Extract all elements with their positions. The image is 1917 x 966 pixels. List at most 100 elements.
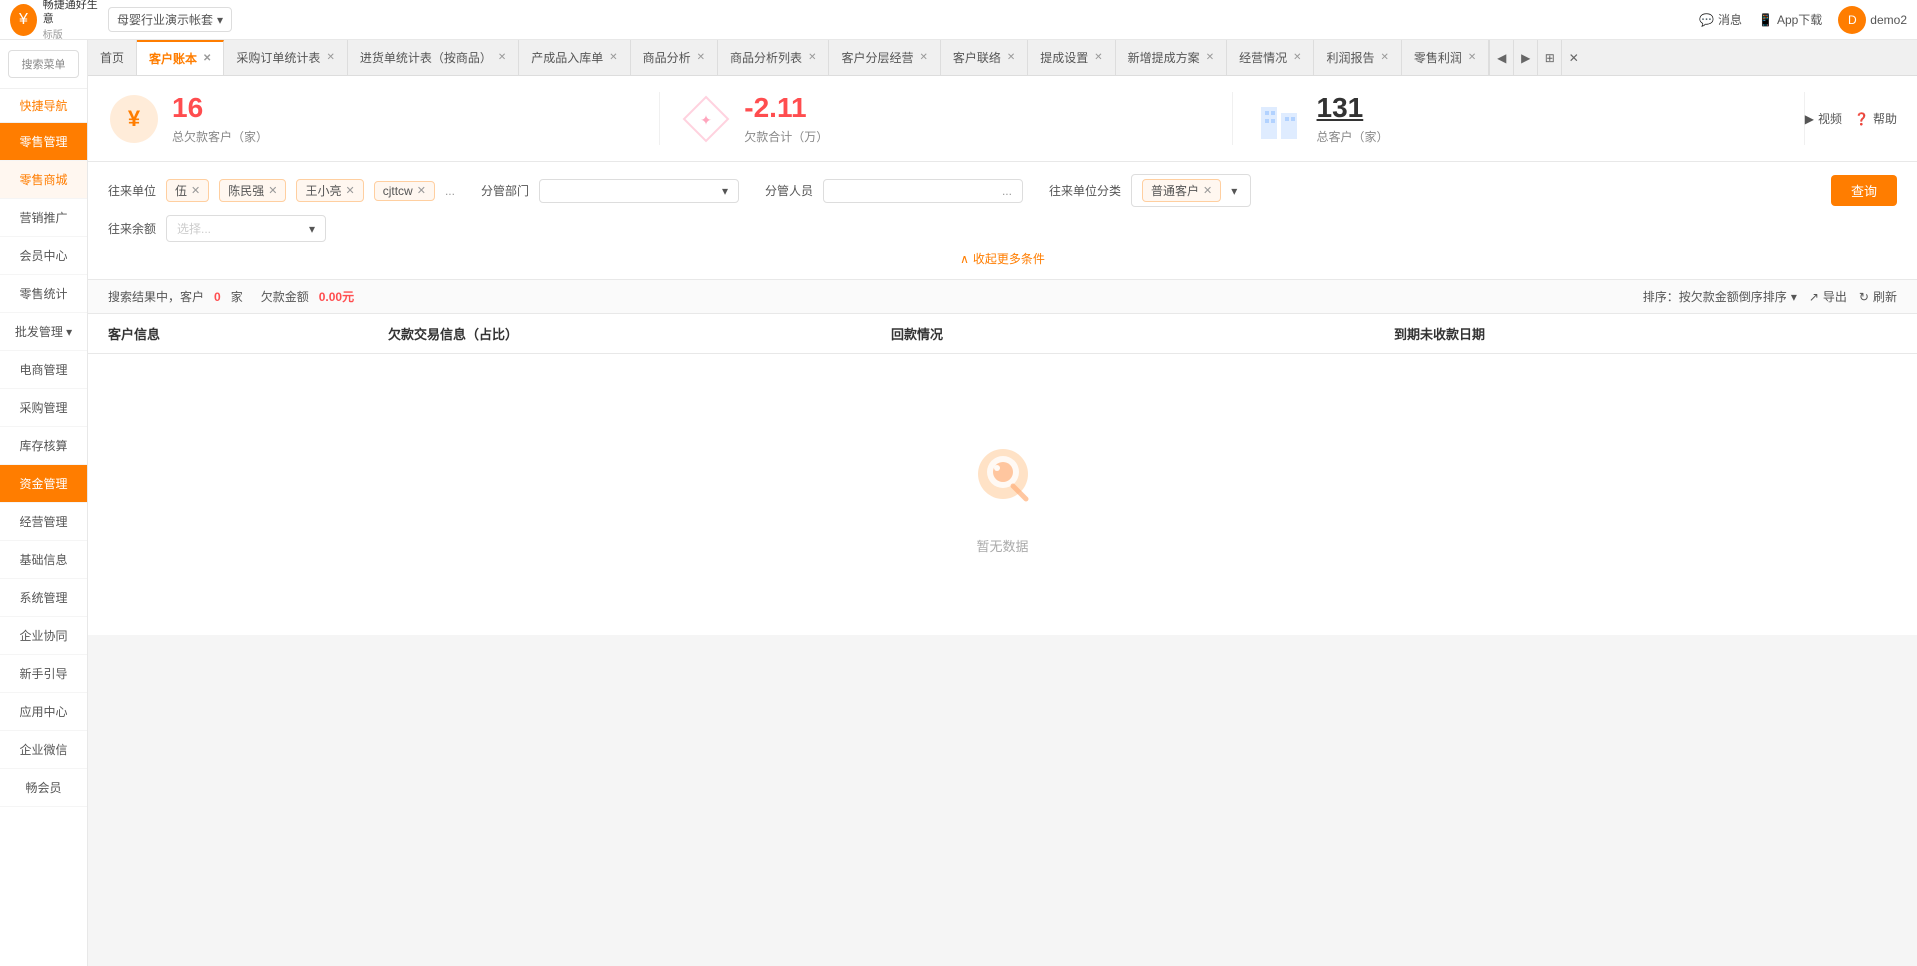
col-customer-info: 客户信息 xyxy=(108,324,388,343)
filter-tag-wang[interactable]: 王小亮 ✕ xyxy=(296,179,363,202)
result-bar: 搜索结果中，客户 0 家 欠款金额 0.00元 排序：按欠款金额倒序排序 ▾ ↗… xyxy=(88,280,1917,314)
sidebar-item-retail-manage[interactable]: 零售管理 xyxy=(0,123,87,161)
sidebar-item-retail-mall[interactable]: 零售商城 xyxy=(0,161,87,199)
stat-overdue-customers-label: 总欠款客户（家） xyxy=(172,128,268,145)
sidebar-item-operations[interactable]: 经营管理 xyxy=(0,503,87,541)
tab-bar: 首页 客户账本 ✕ 采购订单统计表 ✕ 进货单统计表（按商品） ✕ 产成品入库单… xyxy=(88,40,1917,76)
video-button[interactable]: ▶ 视频 xyxy=(1805,110,1842,127)
tab-expand-button[interactable]: ⊞ xyxy=(1537,40,1561,76)
tab-retail-profit-label: 零售利润 xyxy=(1414,49,1462,66)
sidebar-item-marketing[interactable]: 营销推广 xyxy=(0,199,87,237)
tab-cost-inbound-close[interactable]: ✕ xyxy=(609,52,617,63)
tab-cost-inbound[interactable]: 产成品入库单 ✕ xyxy=(519,40,630,76)
sidebar-item-enterprise-collab[interactable]: 企业协同 xyxy=(0,617,87,655)
tab-ops-status-close[interactable]: ✕ xyxy=(1293,52,1301,63)
filter-tag-chen[interactable]: 陈民强 ✕ xyxy=(219,179,286,202)
balance-select[interactable]: 选择... ▾ xyxy=(166,215,326,242)
quick-nav-item[interactable]: 快捷导航 xyxy=(0,89,87,123)
data-table: 客户信息 欠款交易信息（占比） 回款情况 到期未收款日期 xyxy=(88,314,1917,635)
message-label: 消息 xyxy=(1718,11,1742,28)
export-button[interactable]: ↗ 导出 xyxy=(1809,288,1847,305)
tab-scroll-right[interactable]: ▶ xyxy=(1513,40,1537,76)
tab-customer-segment[interactable]: 客户分层经营 ✕ xyxy=(829,40,940,76)
collapse-label: 收起更多条件 xyxy=(973,250,1045,267)
filter-tag-wang-close[interactable]: ✕ xyxy=(346,184,355,197)
search-menu-button[interactable]: 搜索菜单 xyxy=(8,50,79,78)
sidebar-item-app-center[interactable]: 应用中心 xyxy=(0,693,87,731)
logo-icon: ¥ xyxy=(10,4,37,36)
tab-profit-report[interactable]: 利润报告 ✕ xyxy=(1314,40,1401,76)
empty-illustration xyxy=(958,434,1048,524)
tab-ops-status[interactable]: 经营情况 ✕ xyxy=(1227,40,1314,76)
tab-profit-report-close[interactable]: ✕ xyxy=(1381,52,1389,63)
refresh-button[interactable]: ↻ 刷新 xyxy=(1859,288,1897,305)
message-button[interactable]: 💬 消息 xyxy=(1699,11,1742,28)
person-more[interactable]: ... xyxy=(1002,184,1012,198)
sidebar-item-batch-manage[interactable]: 批发管理 ▾ xyxy=(0,313,87,351)
tab-product-analysis-close[interactable]: ✕ xyxy=(697,52,705,63)
sidebar-item-member-vip[interactable]: 畅会员 xyxy=(0,769,87,807)
sidebar-item-retail-stats[interactable]: 零售统计 xyxy=(0,275,87,313)
tab-scroll-left[interactable]: ◀ xyxy=(1489,40,1513,76)
filter-tag-cjttcw-close[interactable]: ✕ xyxy=(417,184,426,197)
tab-accounts[interactable]: 客户账本 ✕ xyxy=(137,40,224,76)
tab-home[interactable]: 首页 xyxy=(88,40,137,76)
sidebar-item-finance[interactable]: 资金管理 xyxy=(0,465,87,503)
logo-area: ¥ 畅捷通好生意 标版 xyxy=(10,0,98,41)
result-amount: 0.00元 xyxy=(319,288,354,305)
sort-select[interactable]: 排序：按欠款金额倒序排序 ▾ xyxy=(1643,288,1797,305)
tab-retail-profit[interactable]: 零售利润 ✕ xyxy=(1402,40,1489,76)
stat-overdue-customers: ¥ 16 总欠款客户（家） xyxy=(108,92,660,145)
unit-type-select[interactable]: 普通客户 ✕ ▾ xyxy=(1131,174,1251,207)
person-select[interactable]: ... xyxy=(823,179,1023,203)
filter-tag-chen-close[interactable]: ✕ xyxy=(268,184,277,197)
collapse-button[interactable]: ∧ 收起更多条件 xyxy=(960,250,1045,267)
tab-inbound-stats[interactable]: 进货单统计表（按商品） ✕ xyxy=(348,40,519,76)
unit-type-tag-close[interactable]: ✕ xyxy=(1203,184,1212,197)
sidebar-item-purchase[interactable]: 采购管理 xyxy=(0,389,87,427)
unit-type-tag[interactable]: 普通客户 ✕ xyxy=(1142,179,1221,202)
tab-product-list[interactable]: 商品分析列表 ✕ xyxy=(718,40,829,76)
sidebar-item-ecommerce[interactable]: 电商管理 xyxy=(0,351,87,389)
sidebar-item-member[interactable]: 会员中心 xyxy=(0,237,87,275)
filter-tag-wu-close[interactable]: ✕ xyxy=(191,184,200,197)
tab-product-analysis[interactable]: 商品分析 ✕ xyxy=(631,40,718,76)
tab-reminder-label: 提成设置 xyxy=(1040,49,1088,66)
filter-tag-cjttcw[interactable]: cjttcw ✕ xyxy=(374,181,435,201)
tab-retail-profit-close[interactable]: ✕ xyxy=(1468,52,1476,63)
tab-reminder[interactable]: 提成设置 ✕ xyxy=(1028,40,1115,76)
filter-more-button[interactable]: ... xyxy=(445,184,455,198)
export-icon: ↗ xyxy=(1809,290,1819,304)
help-button[interactable]: ❓ 帮助 xyxy=(1854,110,1897,127)
user-menu-button[interactable]: D demo2 xyxy=(1838,6,1907,34)
dept-select[interactable]: ▾ xyxy=(539,179,739,203)
sidebar-item-new-guide[interactable]: 新手引导 xyxy=(0,655,87,693)
tab-reminder-close[interactable]: ✕ xyxy=(1094,52,1102,63)
tab-customer-contact[interactable]: 客户联络 ✕ xyxy=(941,40,1028,76)
tab-profit-report-label: 利润报告 xyxy=(1326,49,1374,66)
sidebar-item-inventory[interactable]: 库存核算 xyxy=(0,427,87,465)
help-label: 帮助 xyxy=(1873,110,1897,127)
tab-inbound-stats-close[interactable]: ✕ xyxy=(498,52,506,63)
tab-new-scheme[interactable]: 新增提成方案 ✕ xyxy=(1116,40,1227,76)
sidebar-item-basic-info[interactable]: 基础信息 xyxy=(0,541,87,579)
tab-new-scheme-close[interactable]: ✕ xyxy=(1206,52,1214,63)
refresh-label: 刷新 xyxy=(1873,288,1897,305)
tab-customer-segment-close[interactable]: ✕ xyxy=(919,52,927,63)
message-icon: 💬 xyxy=(1699,13,1714,27)
tab-customer-contact-label: 客户联络 xyxy=(953,49,1001,66)
sidebar-item-enterprise-wechat[interactable]: 企业微信 xyxy=(0,731,87,769)
app-download-button[interactable]: 📱 App下载 xyxy=(1758,11,1822,28)
sidebar-item-system[interactable]: 系统管理 xyxy=(0,579,87,617)
industry-selector[interactable]: 母婴行业演示帐套 ▾ xyxy=(108,7,232,32)
tab-product-list-close[interactable]: ✕ xyxy=(808,52,816,63)
chevron-down-icon: ▾ xyxy=(217,13,223,27)
tab-purchase-order[interactable]: 采购订单统计表 ✕ xyxy=(224,40,347,76)
tab-accounts-close[interactable]: ✕ xyxy=(203,53,211,64)
tab-close-all-button[interactable]: ✕ xyxy=(1561,40,1585,76)
tab-purchase-order-close[interactable]: ✕ xyxy=(326,52,334,63)
tab-customer-contact-close[interactable]: ✕ xyxy=(1007,52,1015,63)
query-button[interactable]: 查询 xyxy=(1831,175,1897,206)
filter-tag-wu[interactable]: 伍 ✕ xyxy=(166,179,209,202)
industry-label: 母婴行业演示帐套 xyxy=(117,11,213,28)
